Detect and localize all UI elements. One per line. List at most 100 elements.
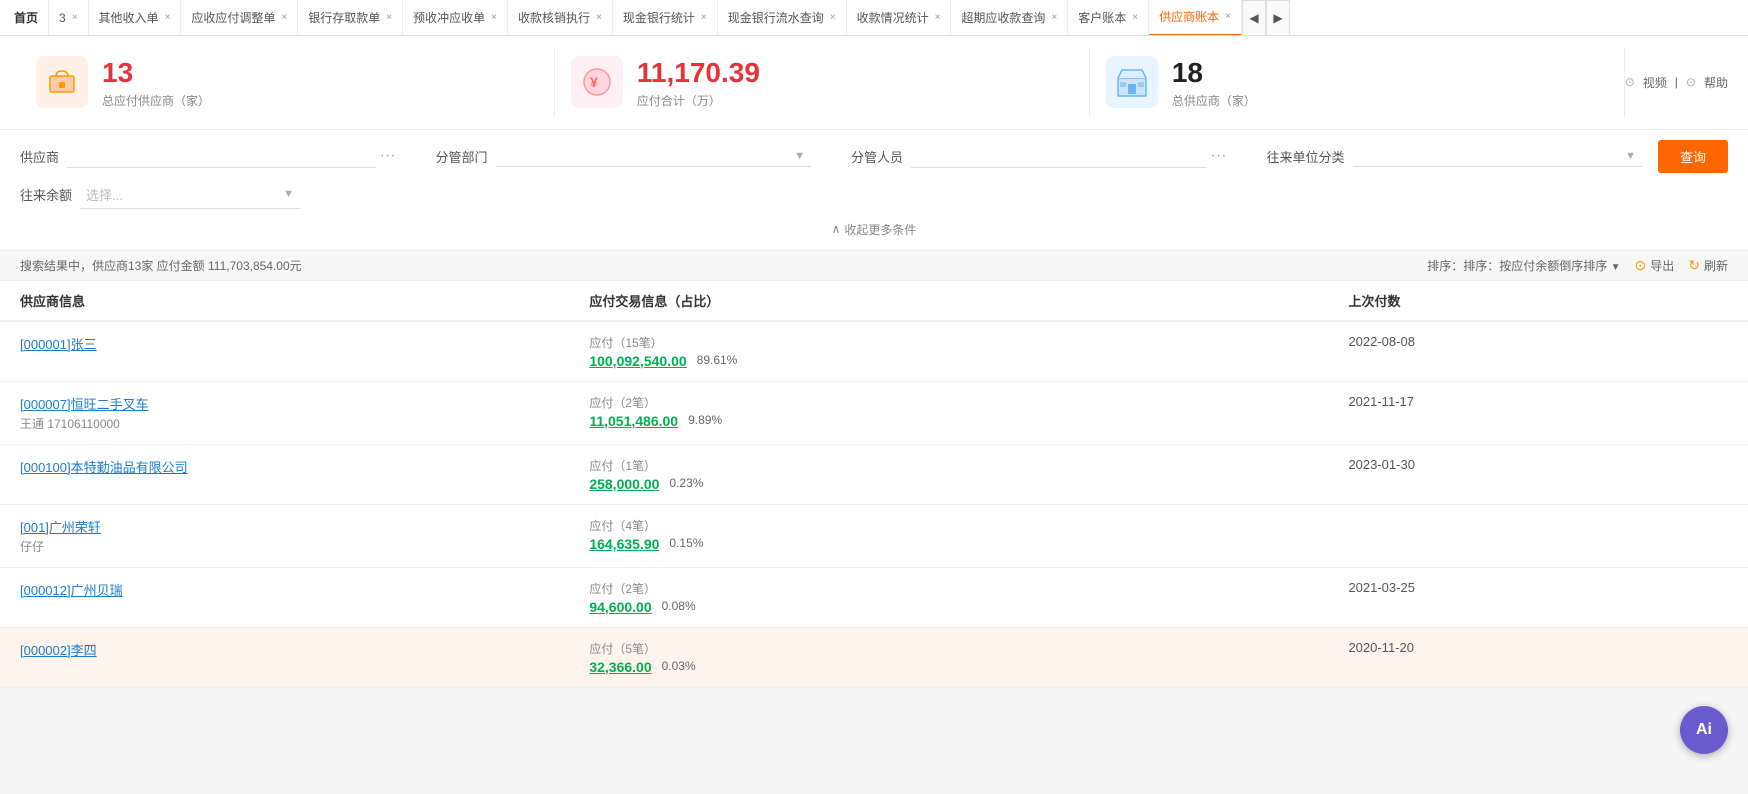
collapse-icon: ∧ — [832, 222, 841, 236]
close-icon[interactable]: × — [596, 12, 602, 23]
person-filter-dots[interactable]: ··· — [1211, 147, 1227, 165]
table-row[interactable]: [000001]张三 应付（15笔） 100,092,540.00 89.61%… — [0, 322, 1748, 382]
supplier-link[interactable]: [000002]李四 — [20, 643, 97, 658]
tx-amount[interactable]: 164,635.90 — [589, 536, 659, 552]
nav-tab-adjustment[interactable]: 应收应付调整单 × — [181, 0, 298, 36]
filter-balance: 往来余额 选择... ▼ — [20, 181, 300, 209]
top-navigation: 首页 3 × 其他收入单 × 应收应付调整单 × 银行存取款单 × 预收冲应收单… — [0, 0, 1748, 36]
close-icon[interactable]: × — [1132, 12, 1138, 23]
filter-section: 供应商 ··· 分管部门 ▼ 分管人员 ··· 往来单位分类 ▼ — [0, 130, 1748, 251]
close-icon[interactable]: × — [830, 12, 836, 23]
category-filter-select[interactable]: ▼ — [1353, 146, 1642, 167]
tx-amount[interactable]: 100,092,540.00 — [589, 353, 686, 369]
supplier-filter-dots[interactable]: ··· — [380, 147, 396, 165]
table-header: 供应商信息 应付交易信息（占比） 上次付数 — [0, 281, 1748, 322]
circle-icon: ⊙ — [1625, 75, 1635, 89]
person-filter-input[interactable] — [911, 144, 1207, 168]
sort-label: 排序：排序：按应付余额倒序排序 ▼ — [1427, 257, 1620, 274]
close-icon[interactable]: × — [491, 12, 497, 23]
supplier-filter-input[interactable] — [67, 144, 376, 168]
last-pay-date: 2022-08-08 — [1348, 334, 1415, 349]
supplier-sub: 仔仔 — [20, 538, 589, 555]
nav-tab-bank-deposit[interactable]: 银行存取款单 × — [298, 0, 403, 36]
table-row[interactable]: [000002]李四 应付（5笔） 32,366.00 0.03% 2020-1… — [0, 628, 1748, 688]
summary-info-payable: 13 总应付供应商（家） — [102, 56, 210, 109]
table-row[interactable]: [000100]本特勤油品有限公司 应付（1笔） 258,000.00 0.23… — [0, 445, 1748, 505]
nav-tab-adjustment-label: 应收应付调整单 — [191, 9, 275, 26]
export-action[interactable]: ⊙ 导出 — [1635, 257, 1675, 274]
nav-tab-receipt-stat[interactable]: 收款情况统计 × — [847, 0, 952, 36]
top-right-links: ⊙ 视频 | ⊙ 帮助 — [1625, 74, 1728, 91]
tx-row: 164,635.90 0.15% — [589, 534, 1348, 552]
nav-tab-other-income[interactable]: 其他收入单 × — [89, 0, 182, 36]
result-summary-text: 搜索结果中，供应商13家 应付金额 111,703,854.00元 — [20, 257, 302, 274]
tx-amount[interactable]: 258,000.00 — [589, 476, 659, 492]
nav-tab-bank-deposit-label: 银行存取款单 — [308, 9, 380, 26]
close-icon[interactable]: × — [165, 12, 171, 23]
supplier-link[interactable]: [000001]张三 — [20, 337, 97, 352]
sort-value[interactable]: 排序：按应付余额倒序排序 — [1463, 259, 1607, 273]
nav-next-arrow[interactable]: ▶ — [1266, 0, 1290, 36]
nav-tab-receipt-stat-label: 收款情况统计 — [857, 9, 929, 26]
payable-total-label: 应付合计（万） — [637, 92, 760, 109]
payable-total-amount: 11,170.39 — [637, 56, 760, 90]
nav-tab-cash-flow[interactable]: 现金银行流水查询 × — [718, 0, 847, 36]
nav-tab-customer[interactable]: 客户账本 × — [1068, 0, 1149, 36]
video-link[interactable]: 视频 — [1643, 74, 1667, 91]
nav-tab-3[interactable]: 3 × — [49, 0, 89, 36]
close-icon[interactable]: × — [72, 12, 78, 23]
refresh-label[interactable]: 刷新 — [1704, 257, 1728, 274]
supplier-link[interactable]: [000100]本特勤油品有限公司 — [20, 460, 188, 475]
table-row[interactable]: [000012]广州贝瑞 应付（2笔） 94,600.00 0.08% 2021… — [0, 568, 1748, 628]
table-row[interactable]: [000007]恒旺二手叉车 王通 17106110000 应付（2笔） 11,… — [0, 382, 1748, 445]
filter-row-1: 供应商 ··· 分管部门 ▼ 分管人员 ··· 往来单位分类 ▼ — [20, 140, 1728, 173]
nav-tab-home[interactable]: 首页 — [4, 0, 49, 36]
tx-amount[interactable]: 94,600.00 — [589, 599, 651, 615]
close-icon[interactable]: × — [1225, 11, 1231, 22]
nav-tab-overdue[interactable]: 超期应收款查询 × — [951, 0, 1068, 36]
table-section: 供应商信息 应付交易信息（占比） 上次付数 [000001]张三 应付（15笔）… — [0, 281, 1748, 688]
search-button[interactable]: 查询 — [1658, 140, 1728, 173]
supplier-link[interactable]: [001]广州荣轩 — [20, 520, 101, 535]
ai-button[interactable]: Ai — [1680, 706, 1728, 754]
collapse-button[interactable]: ∧ 收起更多条件 — [820, 217, 929, 242]
nav-tab-supplier[interactable]: 供应商账本 × — [1149, 0, 1242, 36]
tx-amount[interactable]: 32,366.00 — [589, 659, 651, 675]
supplier-link[interactable]: [000007]恒旺二手叉车 — [20, 397, 149, 412]
nav-tab-cash-stat-label: 现金银行统计 — [623, 9, 695, 26]
payable-amount-icon: ¥ — [571, 56, 623, 108]
tx-label: 应付（5笔） — [589, 640, 1348, 657]
export-label[interactable]: 导出 — [1650, 257, 1674, 274]
table-row[interactable]: [001]广州荣轩 仔仔 应付（4笔） 164,635.90 0.15% — [0, 505, 1748, 568]
close-icon[interactable]: × — [701, 12, 707, 23]
refresh-action[interactable]: ↻ 刷新 — [1688, 257, 1728, 274]
nav-tab-cash-stat[interactable]: 现金银行统计 × — [613, 0, 718, 36]
close-icon[interactable]: × — [935, 12, 941, 23]
nav-tab-advance[interactable]: 预收冲应收单 × — [403, 0, 508, 36]
filter-person: 分管人员 ··· — [851, 144, 1227, 168]
help-link[interactable]: 帮助 — [1704, 74, 1728, 91]
filter-supplier: 供应商 ··· — [20, 144, 396, 168]
balance-select-value: 选择... — [86, 185, 123, 204]
balance-filter-select[interactable]: 选择... ▼ — [80, 181, 300, 209]
close-icon[interactable]: × — [1051, 12, 1057, 23]
nav-prev-arrow[interactable]: ◀ — [1242, 0, 1266, 36]
supplier-info-cell: [000007]恒旺二手叉车 王通 17106110000 — [20, 394, 589, 432]
summary-section: 13 总应付供应商（家） ¥ 11,170.39 应付合计（万） — [0, 36, 1748, 130]
nav-tab-receipt-exec[interactable]: 收款核销执行 × — [508, 0, 613, 36]
tx-row: 258,000.00 0.23% — [589, 474, 1348, 492]
transaction-cell: 应付（2笔） 94,600.00 0.08% — [589, 580, 1348, 615]
supplier-link[interactable]: [000012]广州贝瑞 — [20, 583, 123, 598]
supplier-sub: 王通 17106110000 — [20, 415, 589, 432]
balance-chevron-icon: ▼ — [283, 188, 294, 200]
lastpay-cell: 2020-11-20 — [1348, 640, 1728, 655]
supplier-info-cell: [001]广州荣轩 仔仔 — [20, 517, 589, 555]
close-icon[interactable]: × — [281, 12, 287, 23]
tx-amount[interactable]: 11,051,486.00 — [589, 413, 678, 429]
last-pay-date: 2021-11-17 — [1348, 394, 1414, 409]
close-icon[interactable]: × — [386, 12, 392, 23]
dept-filter-select[interactable]: ▼ — [496, 146, 811, 167]
sort-chevron-icon: ▼ — [1611, 262, 1621, 273]
tx-percent: 0.03% — [662, 659, 696, 673]
balance-filter-label: 往来余额 — [20, 185, 72, 204]
